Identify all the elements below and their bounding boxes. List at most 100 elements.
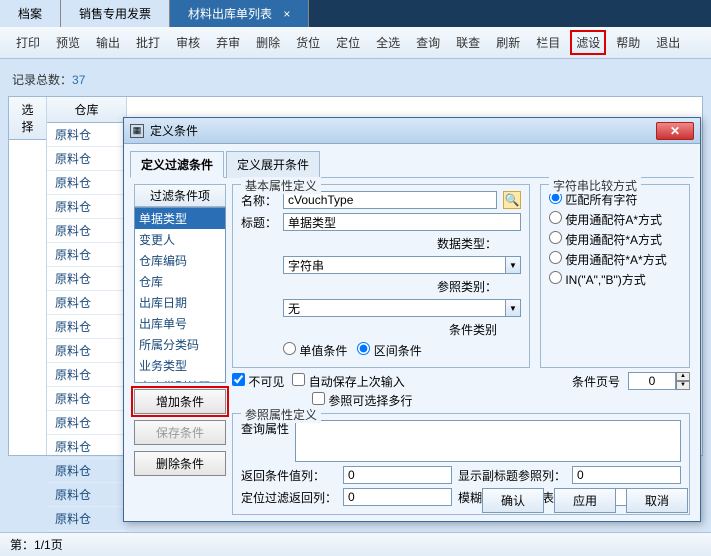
filter-item[interactable]: 所属分类码 (135, 334, 225, 355)
position-button[interactable]: 定位 (330, 30, 366, 55)
condtype-label: 条件类别 (283, 321, 497, 338)
compare-opt-2[interactable]: 使用通配符*A方式 (549, 231, 681, 248)
col-header-warehouse[interactable]: 仓库 (47, 97, 126, 123)
ok-button[interactable]: 确认 (482, 488, 544, 513)
top-tabs: 档案 销售专用发票 材料出库单列表 × (0, 0, 711, 27)
save-condition-button[interactable]: 保存条件 (134, 420, 226, 445)
table-row[interactable]: 原料仓 (47, 195, 126, 219)
close-icon[interactable]: ✕ (656, 122, 694, 140)
chevron-down-icon[interactable]: ▼ (506, 299, 521, 317)
locret-field[interactable] (343, 488, 452, 506)
tab-archive[interactable]: 档案 (0, 0, 61, 27)
tab-filter-conditions[interactable]: 定义过滤条件 (130, 151, 224, 178)
select-all-button[interactable]: 全选 (370, 30, 406, 55)
page-value: 1/1页 (34, 536, 63, 553)
tab-label: 材料出库单列表 (188, 7, 272, 21)
page-label: 第： (10, 536, 34, 553)
datatype-field[interactable] (283, 256, 506, 274)
link-query-button[interactable]: 联查 (450, 30, 486, 55)
filter-items-list[interactable]: 单据类型变更人仓库编码仓库出库日期出库单号所属分类码业务类型出库类别编码预测单号 (134, 207, 226, 383)
table-row[interactable]: 原料仓 (47, 315, 126, 339)
pageno-field[interactable] (628, 372, 676, 390)
range-value-radio[interactable]: 区间条件 (357, 342, 421, 359)
apply-button[interactable]: 应用 (554, 488, 616, 513)
delete-button[interactable]: 删除 (250, 30, 286, 55)
chevron-down-icon[interactable]: ▼ (676, 381, 690, 390)
tab-material-out-list[interactable]: 材料出库单列表 × (170, 0, 309, 27)
title-field[interactable] (283, 213, 521, 231)
right-panel: 基本属性定义 名称： 🔍 标题： 数据类型： ▼ (232, 184, 690, 482)
invisible-checkbox[interactable]: 不可见 (232, 373, 284, 390)
table-row[interactable]: 原料仓 (47, 387, 126, 411)
col-header-select[interactable]: 选择 (9, 97, 46, 140)
unaudit-button[interactable]: 弃审 (210, 30, 246, 55)
query-button[interactable]: 查询 (410, 30, 446, 55)
close-icon[interactable]: × (283, 7, 290, 21)
filter-item[interactable]: 出库单号 (135, 313, 225, 334)
pageno-label: 条件页号 (572, 373, 620, 390)
export-button[interactable]: 输出 (90, 30, 126, 55)
preview-button[interactable]: 预览 (50, 30, 86, 55)
table-row[interactable]: 原料仓 (47, 507, 126, 531)
autosave-checkbox[interactable]: 自动保存上次输入 (292, 373, 404, 390)
table-row[interactable]: 原料仓 (47, 459, 126, 483)
filter-item[interactable]: 仓库编码 (135, 250, 225, 271)
table-row[interactable]: 原料仓 (47, 219, 126, 243)
string-compare-fieldset: 字符串比较方式 匹配所有字符 使用通配符A*方式 使用通配符*A方式 使用通配符… (540, 184, 690, 368)
chevron-up-icon[interactable]: ▲ (676, 372, 690, 381)
record-count-value: 37 (72, 73, 85, 87)
chevron-down-icon[interactable]: ▼ (506, 256, 521, 274)
filter-item[interactable]: 出库类别编码 (135, 376, 225, 383)
reftype-field[interactable] (283, 299, 506, 317)
filter-item[interactable]: 仓库 (135, 271, 225, 292)
reftype-label: 参照类别： (283, 278, 497, 295)
filter-item[interactable]: 单据类型 (135, 208, 225, 229)
table-row[interactable]: 原料仓 (47, 171, 126, 195)
delete-condition-button[interactable]: 删除条件 (134, 451, 226, 476)
compare-opt-4[interactable]: IN("A","B")方式 (549, 271, 681, 288)
retcol-field[interactable] (343, 466, 452, 484)
table-row[interactable]: 原料仓 (47, 243, 126, 267)
tab-expand-conditions[interactable]: 定义展开条件 (226, 151, 320, 178)
cancel-button[interactable]: 取消 (626, 488, 688, 513)
table-row[interactable]: 原料仓 (47, 123, 126, 147)
table-row[interactable]: 原料仓 (47, 435, 126, 459)
tab-sales-invoice[interactable]: 销售专用发票 (61, 0, 170, 27)
compare-opt-1[interactable]: 使用通配符A*方式 (549, 211, 681, 228)
help-button[interactable]: 帮助 (610, 30, 646, 55)
query-prop-field[interactable] (295, 420, 681, 462)
multiline-checkbox[interactable]: 参照可选择多行 (312, 392, 412, 409)
batch-print-button[interactable]: 批打 (130, 30, 166, 55)
table-row[interactable]: 原料仓 (47, 339, 126, 363)
add-condition-button[interactable]: 增加条件 (134, 389, 226, 414)
dialog-titlebar[interactable]: ▦ 定义条件 ✕ (124, 118, 700, 144)
filter-item[interactable]: 业务类型 (135, 355, 225, 376)
left-panel: 过滤条件项 单据类型变更人仓库编码仓库出库日期出库单号所属分类码业务类型出库类别… (134, 184, 226, 482)
toolbar: 打印 预览 输出 批打 审核 弃审 删除 货位 定位 全选 查询 联查 刷新 栏… (0, 27, 711, 59)
pageno-stepper[interactable]: ▲▼ (628, 372, 690, 390)
compare-opt-3[interactable]: 使用通配符*A*方式 (549, 251, 681, 268)
location-button[interactable]: 货位 (290, 30, 326, 55)
filter-item[interactable]: 出库日期 (135, 292, 225, 313)
print-button[interactable]: 打印 (10, 30, 46, 55)
columns-button[interactable]: 栏目 (530, 30, 566, 55)
audit-button[interactable]: 审核 (170, 30, 206, 55)
record-count-label: 记录总数： (12, 73, 72, 87)
subtitle-label: 显示副标题参照列： (458, 467, 566, 484)
table-row[interactable]: 原料仓 (47, 267, 126, 291)
table-row[interactable]: 原料仓 (47, 363, 126, 387)
define-conditions-dialog: ▦ 定义条件 ✕ 定义过滤条件 定义展开条件 过滤条件项 单据类型变更人仓库编码… (123, 117, 701, 522)
exit-button[interactable]: 退出 (650, 30, 686, 55)
filter-settings-button[interactable]: 滤设 (570, 30, 606, 55)
refresh-button[interactable]: 刷新 (490, 30, 526, 55)
table-row[interactable]: 原料仓 (47, 411, 126, 435)
col-warehouse: 仓库 原料仓原料仓原料仓原料仓原料仓原料仓原料仓原料仓原料仓原料仓原料仓原料仓原… (47, 97, 127, 455)
single-value-radio[interactable]: 单值条件 (283, 342, 347, 359)
dialog-title: 定义条件 (150, 122, 198, 139)
table-row[interactable]: 原料仓 (47, 291, 126, 315)
subtitle-field[interactable] (572, 466, 681, 484)
table-row[interactable]: 原料仓 (47, 483, 126, 507)
table-row[interactable]: 原料仓 (47, 147, 126, 171)
filter-item[interactable]: 变更人 (135, 229, 225, 250)
search-icon[interactable]: 🔍 (503, 191, 521, 209)
